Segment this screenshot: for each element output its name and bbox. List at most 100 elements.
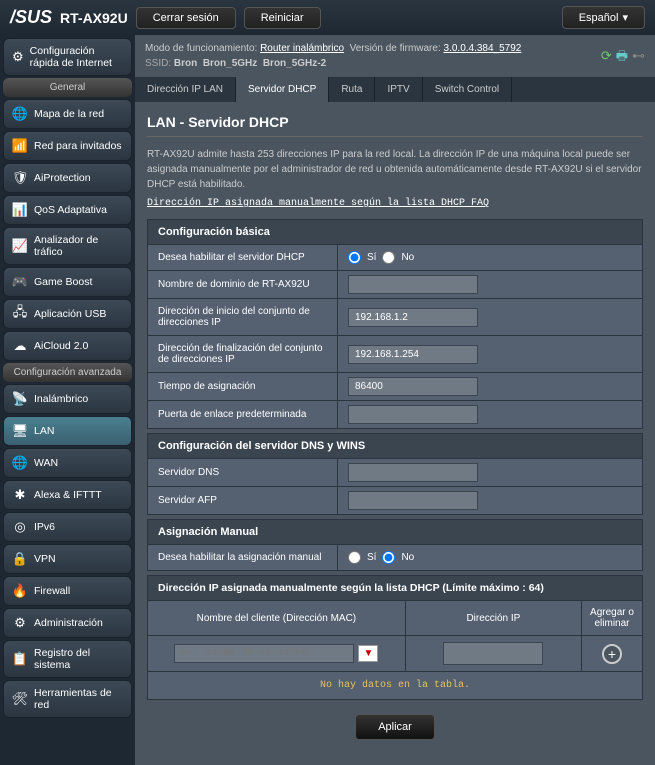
tab-route[interactable]: Ruta: [329, 77, 375, 102]
sidebar-item-qos[interactable]: 📊QoS Adaptativa: [3, 195, 132, 225]
label-domain: Nombre de dominio de RT-AX92U: [148, 271, 338, 298]
faq-link[interactable]: Dirección IP asignada manualmente según …: [147, 198, 489, 209]
input-afp-server[interactable]: [348, 491, 478, 510]
tools-icon: 🛠: [12, 691, 28, 707]
sidebar-item-vpn[interactable]: 🔒VPN: [3, 544, 132, 574]
tab-iptv[interactable]: IPTV: [375, 77, 422, 102]
label-enable-dhcp: Desea habilitar el servidor DHCP: [148, 245, 338, 270]
gauge-icon: 📊: [12, 202, 28, 218]
admin-icon: ⚙: [12, 615, 28, 631]
manual-table-header: Dirección IP asignada manualmente según …: [147, 575, 643, 601]
firmware-link[interactable]: 3.0.0.4.384_5792: [444, 43, 522, 54]
radio-manual-yes[interactable]: [348, 551, 361, 564]
globe-icon: 🌐: [12, 455, 28, 471]
sidebar-item-alexa-ifttt[interactable]: ✱Alexa & IFTTT: [3, 480, 132, 510]
ssid-value: Bron_5GHz: [203, 58, 257, 69]
lan-icon: 🖥: [12, 423, 28, 439]
op-mode-link[interactable]: Router inalámbrico: [260, 43, 344, 54]
sidebar-item-ipv6[interactable]: ◎IPv6: [3, 512, 132, 542]
label-ip-start: Dirección de inicio del conjunto de dire…: [148, 299, 338, 335]
input-ip-end[interactable]: [348, 345, 478, 364]
input-client-mac[interactable]: [174, 644, 354, 663]
ipv6-icon: ◎: [12, 519, 28, 535]
printer-icon[interactable]: 🖶: [616, 46, 628, 66]
main-panel: Modo de funcionamiento: Router inalámbri…: [135, 35, 655, 765]
input-client-ip[interactable]: [443, 642, 543, 665]
apply-button[interactable]: Aplicar: [355, 714, 435, 740]
sidebar-item-game-boost[interactable]: 🎮Game Boost: [3, 267, 132, 297]
sidebar-item-wireless[interactable]: 📡Inalámbrico: [3, 384, 132, 414]
firewall-icon: 🔥: [12, 583, 28, 599]
radio-manual-no[interactable]: [382, 551, 395, 564]
model-name: RT-AX92U: [60, 10, 128, 26]
ssid-value: Bron_5GHz-2: [263, 58, 326, 69]
sidebar-item-admin[interactable]: ⚙Administración: [3, 608, 132, 638]
sidebar-item-aicloud[interactable]: ☁AiCloud 2.0: [3, 331, 132, 361]
add-entry-button[interactable]: +: [602, 644, 622, 664]
info-bar: Modo de funcionamiento: Router inalámbri…: [135, 35, 655, 77]
sidebar-header-advanced: Configuración avanzada: [3, 363, 132, 382]
refresh-icon[interactable]: ⟳: [601, 46, 612, 66]
sidebar: ⚙ Configuración rápida de Internet Gener…: [0, 35, 135, 765]
radio-dhcp-yes[interactable]: [348, 251, 361, 264]
page-description: RT-AX92U admite hasta 253 direcciones IP…: [147, 147, 643, 192]
header-bar: /SUS RT-AX92U Cerrar sesión Reiniciar Es…: [0, 0, 655, 35]
label-enable-manual: Desea habilitar la asignación manual: [148, 545, 338, 570]
tab-dhcp-server[interactable]: Servidor DHCP: [236, 77, 329, 102]
wifi-icon: 📡: [12, 391, 28, 407]
sidebar-item-aiprotection[interactable]: 🛡AiProtection: [3, 163, 132, 193]
sidebar-item-firewall[interactable]: 🔥Firewall: [3, 576, 132, 606]
integrations-icon: ✱: [12, 487, 28, 503]
shield-icon: 🛡: [12, 170, 28, 186]
chart-icon: 📈: [12, 238, 28, 254]
sidebar-item-traffic-analyzer[interactable]: 📈Analizador de tráfico: [3, 227, 132, 265]
col-action: Agregar o eliminar: [582, 601, 642, 635]
label-lease: Tiempo de asignación: [148, 373, 338, 400]
radio-dhcp-no[interactable]: [382, 251, 395, 264]
gamepad-icon: 🎮: [12, 274, 28, 290]
reboot-button[interactable]: Reiniciar: [244, 7, 321, 29]
page-title: LAN - Servidor DHCP: [147, 114, 643, 137]
tab-switch-control[interactable]: Switch Control: [423, 77, 512, 102]
chevron-down-icon: ▾: [622, 11, 628, 24]
usb-icon: 🖧: [12, 306, 28, 322]
section-manual: Asignación Manual: [147, 519, 643, 545]
tab-bar: Dirección IP LAN Servidor DHCP Ruta IPTV…: [135, 77, 655, 102]
brand-logo: /SUS: [10, 7, 52, 28]
input-domain[interactable]: [348, 275, 478, 294]
log-icon: 📋: [12, 651, 28, 667]
col-client-name: Nombre del cliente (Dirección MAC): [148, 601, 406, 635]
sidebar-quick-setup[interactable]: ⚙ Configuración rápida de Internet: [3, 38, 132, 76]
label-ip-end: Dirección de finalización del conjunto d…: [148, 336, 338, 372]
usb-status-icon[interactable]: ⊷: [632, 46, 645, 66]
tab-lan-ip[interactable]: Dirección IP LAN: [135, 77, 236, 102]
sidebar-item-network-tools[interactable]: 🛠Herramientas de red: [3, 680, 132, 718]
sidebar-item-syslog[interactable]: 📋Registro del sistema: [3, 640, 132, 678]
input-dns-server[interactable]: [348, 463, 478, 482]
label-afp-server: Servidor AFP: [148, 487, 338, 514]
logout-button[interactable]: Cerrar sesión: [136, 7, 236, 29]
sidebar-item-network-map[interactable]: 🌐Mapa de la red: [3, 99, 132, 129]
input-lease[interactable]: [348, 377, 478, 396]
sidebar-item-usb-app[interactable]: 🖧Aplicación USB: [3, 299, 132, 329]
language-select[interactable]: Español ▾: [562, 6, 645, 29]
wifi-icon: 📶: [12, 138, 28, 154]
col-ip: Dirección IP: [406, 601, 582, 635]
sidebar-item-guest-network[interactable]: 📶Red para invitados: [3, 131, 132, 161]
sidebar-item-wan[interactable]: 🌐WAN: [3, 448, 132, 478]
globe-gear-icon: ⚙: [12, 49, 24, 65]
sidebar-header-general: General: [3, 78, 132, 97]
input-gateway[interactable]: [348, 405, 478, 424]
globe-icon: 🌐: [12, 106, 28, 122]
sidebar-item-lan[interactable]: 🖥LAN: [3, 416, 132, 446]
label-gateway: Puerta de enlace predeterminada: [148, 401, 338, 428]
section-dns: Configuración del servidor DNS y WINS: [147, 433, 643, 459]
no-data-message: No hay datos en la tabla.: [147, 672, 643, 700]
vpn-icon: 🔒: [12, 551, 28, 567]
label-dns-server: Servidor DNS: [148, 459, 338, 486]
ssid-value: Bron: [174, 58, 197, 69]
client-dropdown-button[interactable]: ▼: [358, 645, 378, 662]
cloud-icon: ☁: [12, 338, 28, 354]
input-ip-start[interactable]: [348, 308, 478, 327]
section-basic: Configuración básica: [147, 219, 643, 245]
